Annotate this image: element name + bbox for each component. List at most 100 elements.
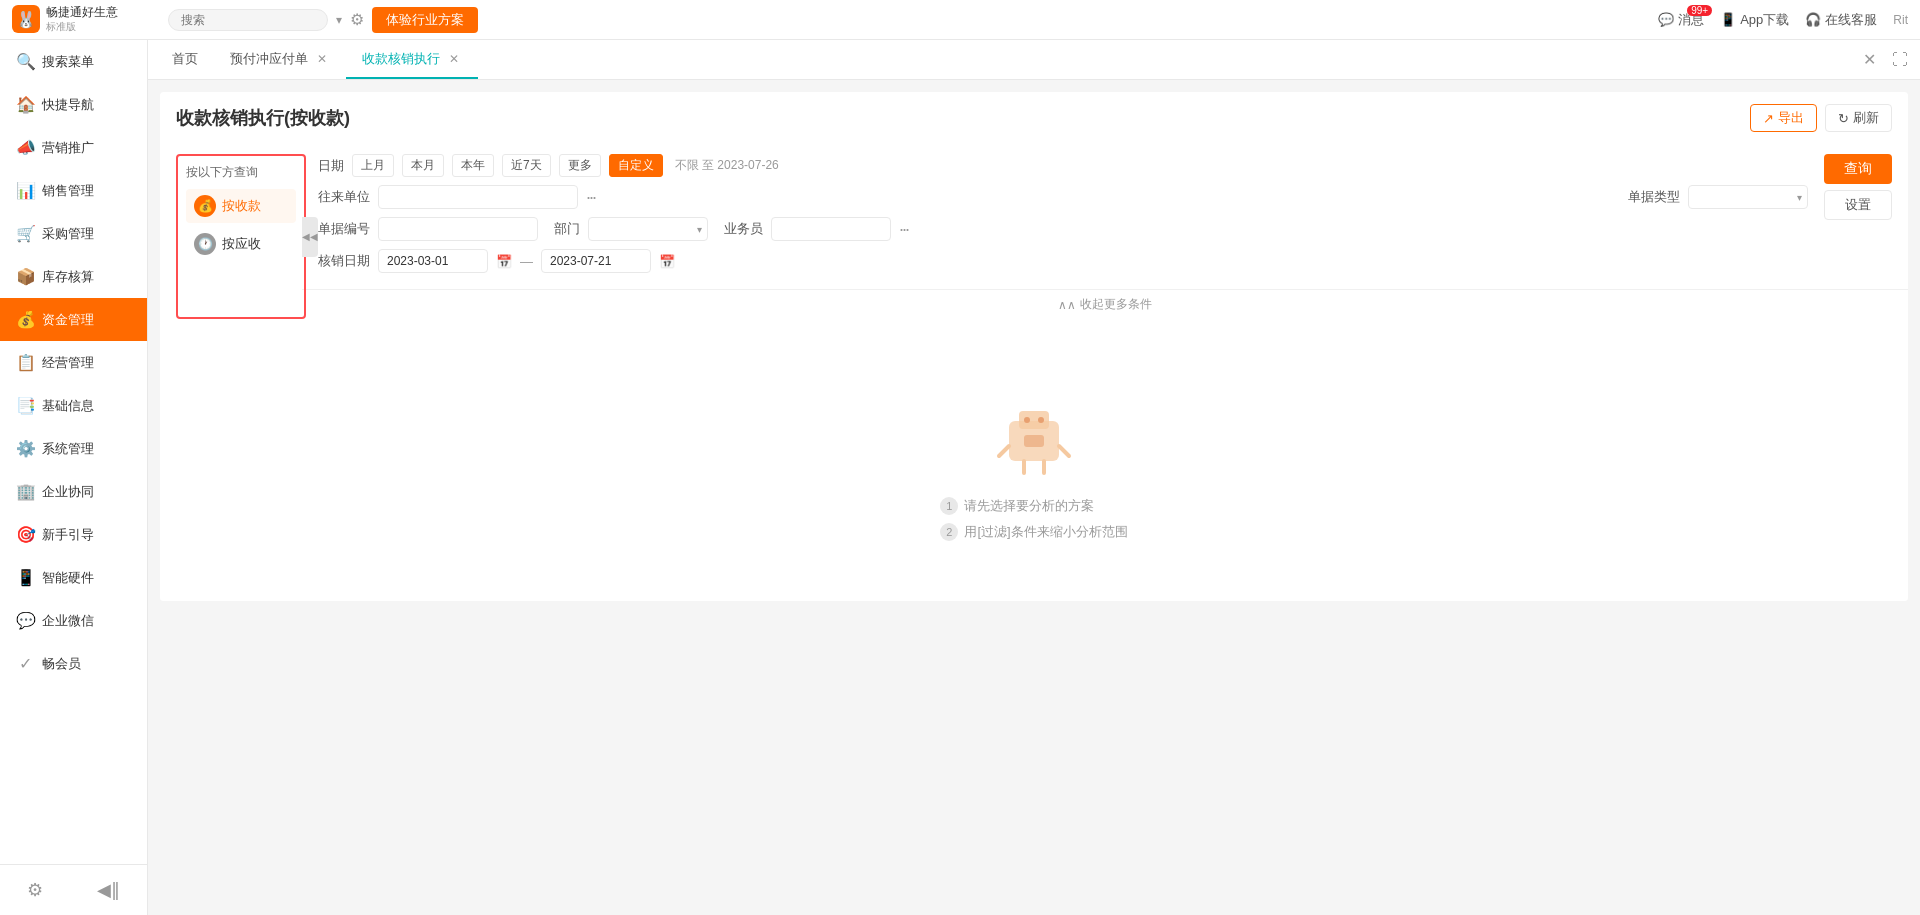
home-icon: 🏠 [16, 95, 34, 114]
sidebar-item-sales[interactable]: 📊 销售管理 [0, 169, 147, 212]
topbar: 🐰 畅捷通好生意 标准版 ▾ ⚙ 体验行业方案 💬 消息 99+ 📱 App下载… [0, 0, 1920, 40]
gear-icon[interactable]: ⚙ [350, 10, 364, 29]
settings-bottom-icon[interactable]: ⚙ [21, 873, 49, 907]
svg-rect-4 [1024, 435, 1044, 447]
message-count: 99+ [1687, 5, 1712, 16]
sidebar-item-member[interactable]: ✓ 畅会员 [0, 642, 147, 685]
tab-home-label: 首页 [172, 50, 198, 68]
sidebar-label-hardware: 智能硬件 [42, 569, 94, 587]
sidebar-item-quick[interactable]: 🏠 快捷导航 [0, 83, 147, 126]
sidebar-item-basic[interactable]: 📑 基础信息 [0, 384, 147, 427]
empty-tips: 1 请先选择要分析的方案 2 用[过滤]条件来缩小分析范围 [940, 497, 1127, 541]
writeoff-date-field: 核销日期 📅 — 📅 [318, 249, 675, 273]
sidebar-item-purchase[interactable]: 🛒 采购管理 [0, 212, 147, 255]
refresh-button[interactable]: ↻ 刷新 [1825, 104, 1892, 132]
tab-fullscreen-icon[interactable]: ⛶ [1888, 47, 1912, 73]
main-content-block: 收款核销执行(按收款) ↗ 导出 ↻ 刷新 [160, 92, 1908, 601]
department-field: 部门 [554, 217, 708, 241]
sidebar-label-marketing: 营销推广 [42, 139, 94, 157]
tip-text-1: 请先选择要分析的方案 [964, 497, 1094, 515]
sidebar-label-basic: 基础信息 [42, 397, 94, 415]
sidebar-item-guide[interactable]: 🎯 新手引导 [0, 513, 147, 556]
staff-input[interactable] [771, 217, 891, 241]
collapse-more-label: 收起更多条件 [1080, 296, 1152, 313]
tab-close-all-icon[interactable]: ✕ [1859, 46, 1880, 73]
counterpart-field: 往来单位 ··· [318, 185, 595, 209]
tab-prepay-close-icon[interactable]: ✕ [314, 51, 330, 67]
industry-solution-button[interactable]: 体验行业方案 [372, 7, 478, 33]
guide-icon: 🎯 [16, 525, 34, 544]
date-btn-more[interactable]: 更多 [559, 154, 601, 177]
department-select[interactable] [588, 217, 708, 241]
counterpart-input[interactable] [378, 185, 578, 209]
staff-field: 业务员 ··· [724, 217, 908, 241]
filter-right-panel: 日期 上月 本月 本年 近7天 更多 自定义 不限 至 2023-07-2 [318, 154, 1892, 319]
query-button[interactable]: 查询 [1824, 154, 1892, 184]
sidebar-label-enterprise: 企业协同 [42, 483, 94, 501]
topbar-dropdown-arrow[interactable]: ▾ [336, 13, 342, 27]
topbar-right-area: 💬 消息 99+ 📱 App下载 🎧 在线客服 Rit [1658, 11, 1908, 29]
topbar-search-input[interactable] [168, 9, 328, 31]
box-icon: 📦 [16, 267, 34, 286]
page-content: 收款核销执行(按收款) ↗ 导出 ↻ 刷新 [148, 80, 1920, 915]
filter-left-panel: 按以下方查询 💰 按收款 🕐 按应收 ◀◀ [176, 154, 306, 319]
sidebar-label-finance: 资金管理 [42, 311, 94, 329]
online-service-link[interactable]: 🎧 在线客服 [1805, 11, 1877, 29]
filter-row-writeoff: 核销日期 📅 — 📅 [318, 249, 1808, 273]
svg-point-2 [1024, 417, 1030, 423]
filter-option-by-receivable[interactable]: 🕐 按应收 [186, 227, 296, 261]
setting-button[interactable]: 设置 [1824, 190, 1892, 220]
wechat-icon: 💬 [16, 611, 34, 630]
query-actions: 查询 设置 [1824, 154, 1892, 220]
sidebar-item-inventory[interactable]: 📦 库存核算 [0, 255, 147, 298]
voucher-no-input[interactable] [378, 217, 538, 241]
clipboard-icon: 📋 [16, 353, 34, 372]
receipt-icon: 💰 [194, 195, 216, 217]
writeoff-end-input[interactable] [541, 249, 651, 273]
chevron-up-icon: ∧∧ [1058, 298, 1076, 312]
staff-more-icon[interactable]: ··· [899, 219, 908, 240]
refresh-icon: ↻ [1838, 111, 1849, 126]
date-btn-last-month[interactable]: 上月 [352, 154, 394, 177]
date-btn-7days[interactable]: 近7天 [502, 154, 551, 177]
counterpart-more-icon[interactable]: ··· [586, 187, 595, 208]
filter-left-collapse-button[interactable]: ◀◀ [302, 217, 318, 257]
collapse-more-button[interactable]: ∧∧ 收起更多条件 [1058, 296, 1152, 313]
app-download-link[interactable]: 📱 App下载 [1720, 11, 1789, 29]
sidebar-label-system: 系统管理 [42, 440, 94, 458]
voucher-type-select[interactable] [1688, 185, 1808, 209]
filter-row-counterpart: 往来单位 ··· 单据类型 [318, 185, 1808, 209]
counterpart-label: 往来单位 [318, 188, 370, 206]
export-button[interactable]: ↗ 导出 [1750, 104, 1817, 132]
sidebar-label-purchase: 采购管理 [42, 225, 94, 243]
sidebar-item-search[interactable]: 🔍 搜索菜单 [0, 40, 147, 83]
tab-current[interactable]: 收款核销执行 ✕ [346, 40, 478, 79]
tip-text-2: 用[过滤]条件来缩小分析范围 [964, 523, 1127, 541]
date-btn-this-year[interactable]: 本年 [452, 154, 494, 177]
sidebar-item-operation[interactable]: 📋 经营管理 [0, 341, 147, 384]
sidebar-item-finance[interactable]: 💰 资金管理 [0, 298, 147, 341]
collapse-sidebar-icon[interactable]: ◀‖ [91, 873, 126, 907]
sidebar-item-marketing[interactable]: 📣 营销推广 [0, 126, 147, 169]
member-icon: ✓ [16, 654, 34, 673]
user-name[interactable]: Rit [1893, 13, 1908, 27]
main-layout: 🔍 搜索菜单 🏠 快捷导航 📣 营销推广 📊 销售管理 🛒 采购管理 📦 库存核… [0, 40, 1920, 915]
calendar-end-icon[interactable]: 📅 [659, 254, 675, 269]
page-header: 收款核销执行(按收款) ↗ 导出 ↻ 刷新 [160, 92, 1908, 142]
filter-option-by-receipt[interactable]: 💰 按收款 [186, 189, 296, 223]
sidebar-item-wechat[interactable]: 💬 企业微信 [0, 599, 147, 642]
tab-prepay[interactable]: 预付冲应付单 ✕ [214, 40, 346, 79]
date-btn-custom[interactable]: 自定义 [609, 154, 663, 177]
writeoff-start-input[interactable] [378, 249, 488, 273]
message-badge[interactable]: 💬 消息 99+ [1658, 11, 1704, 29]
filter-panel: 按以下方查询 💰 按收款 🕐 按应收 ◀◀ [160, 142, 1908, 331]
date-btn-this-month[interactable]: 本月 [402, 154, 444, 177]
tab-current-close-icon[interactable]: ✕ [446, 51, 462, 67]
sidebar-item-hardware[interactable]: 📱 智能硬件 [0, 556, 147, 599]
settings-icon: ⚙️ [16, 439, 34, 458]
page-actions: ↗ 导出 ↻ 刷新 [1750, 104, 1892, 132]
tab-home[interactable]: 首页 [156, 40, 214, 79]
calendar-start-icon[interactable]: 📅 [496, 254, 512, 269]
sidebar-item-system[interactable]: ⚙️ 系统管理 [0, 427, 147, 470]
sidebar-item-enterprise[interactable]: 🏢 企业协同 [0, 470, 147, 513]
